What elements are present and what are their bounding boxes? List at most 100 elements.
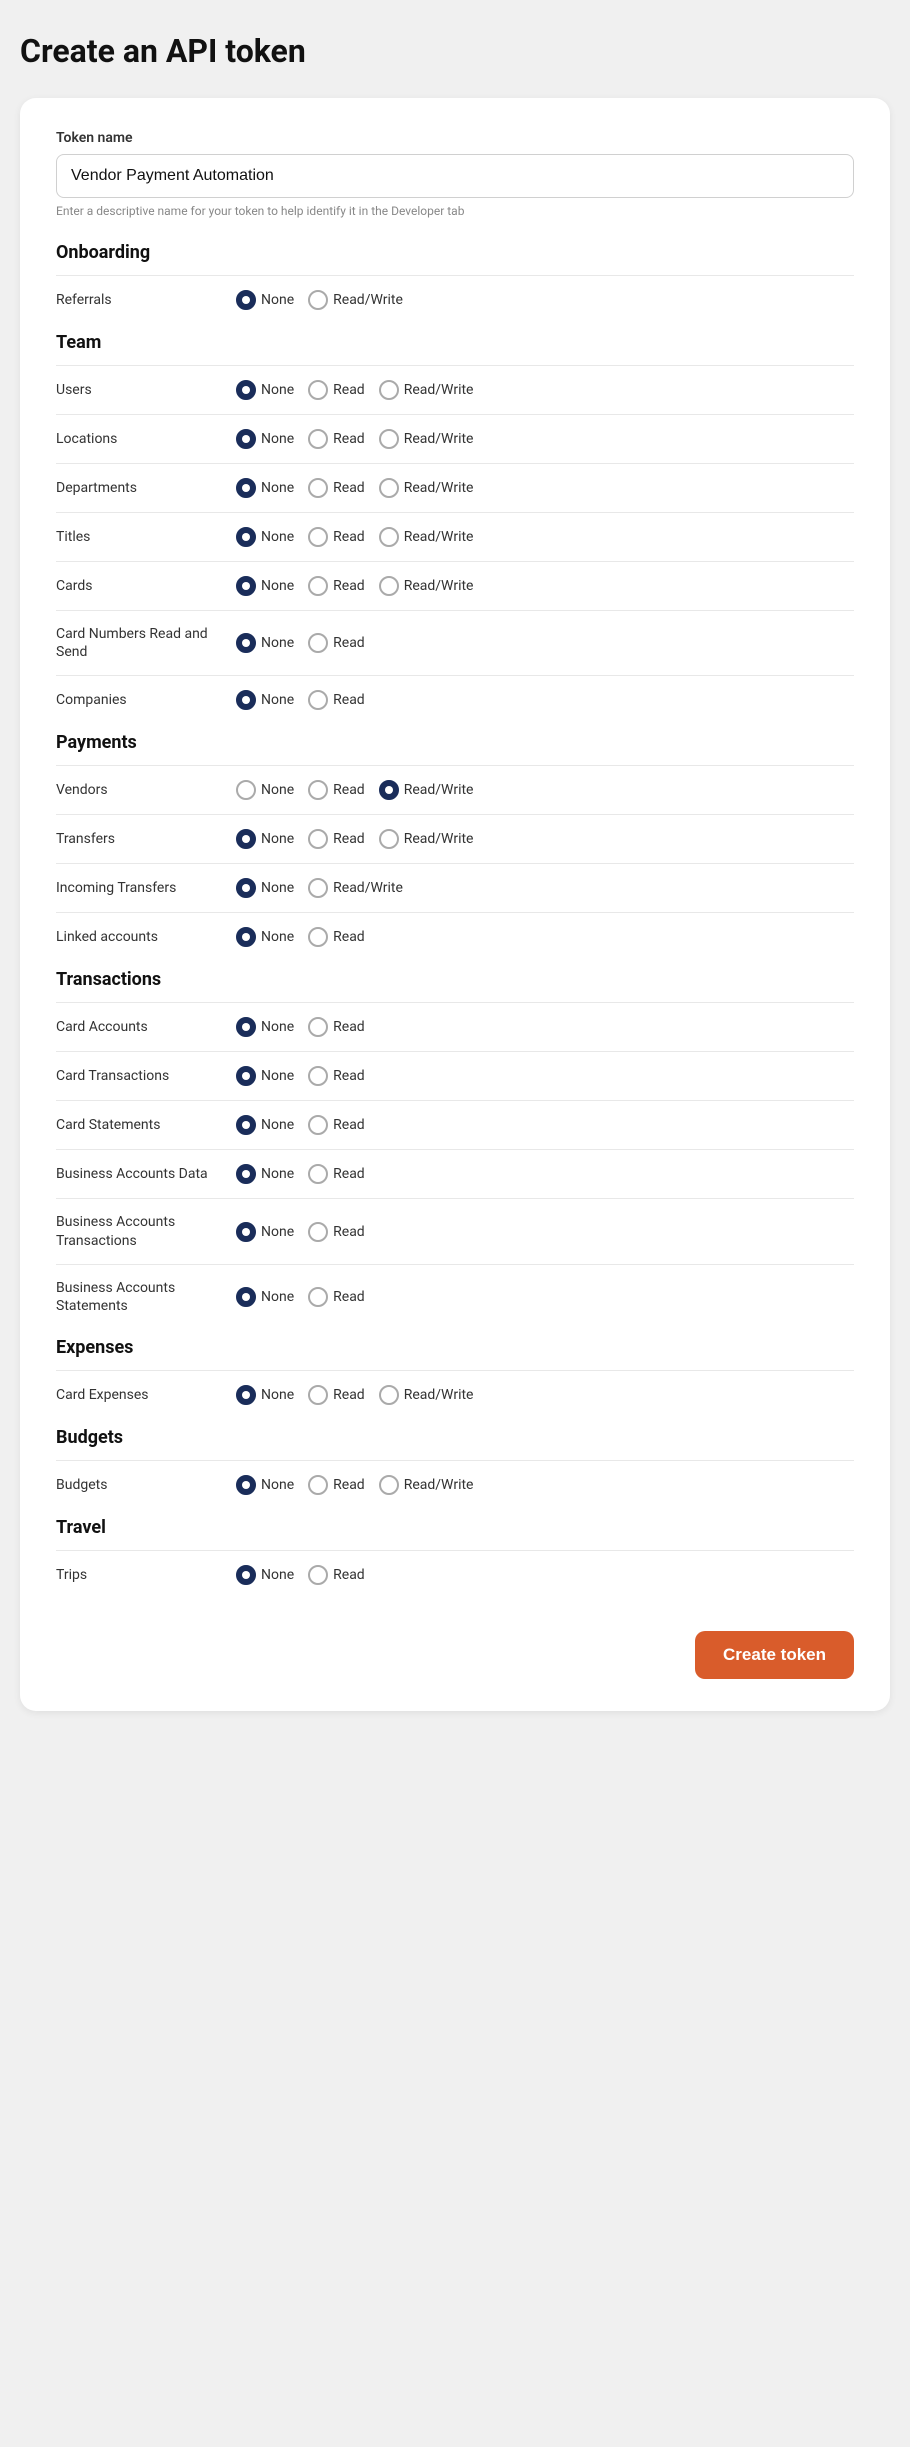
radio-input-none[interactable] [236, 1385, 256, 1405]
radio-option-none[interactable]: None [236, 576, 294, 596]
radio-option-read-write[interactable]: Read/Write [379, 380, 474, 400]
radio-input-none[interactable] [236, 1017, 256, 1037]
radio-input-none[interactable] [236, 878, 256, 898]
radio-option-read-write[interactable]: Read/Write [379, 829, 474, 849]
radio-input-read-write[interactable] [379, 380, 399, 400]
radio-option-read[interactable]: Read [308, 690, 365, 710]
radio-option-read[interactable]: Read [308, 1287, 365, 1307]
radio-option-none[interactable]: None [236, 1222, 294, 1242]
radio-input-none[interactable] [236, 1475, 256, 1495]
radio-input-none[interactable] [236, 780, 256, 800]
radio-input-read[interactable] [308, 1017, 328, 1037]
radio-option-none[interactable]: None [236, 1066, 294, 1086]
radio-input-read[interactable] [308, 690, 328, 710]
radio-input-read[interactable] [308, 829, 328, 849]
radio-input-read-write[interactable] [308, 878, 328, 898]
radio-input-none[interactable] [236, 1164, 256, 1184]
create-token-button[interactable]: Create token [695, 1631, 854, 1679]
radio-option-none[interactable]: None [236, 1385, 294, 1405]
radio-option-read-write[interactable]: Read/Write [379, 478, 474, 498]
radio-input-read[interactable] [308, 633, 328, 653]
radio-input-read-write[interactable] [379, 527, 399, 547]
radio-option-none[interactable]: None [236, 690, 294, 710]
radio-option-none[interactable]: None [236, 927, 294, 947]
radio-option-none[interactable]: None [236, 1017, 294, 1037]
radio-input-read[interactable] [308, 1475, 328, 1495]
radio-option-read-write[interactable]: Read/Write [308, 290, 403, 310]
radio-option-read[interactable]: Read [308, 1475, 365, 1495]
radio-option-read[interactable]: Read [308, 380, 365, 400]
radio-option-read-write[interactable]: Read/Write [379, 527, 474, 547]
radio-input-none[interactable] [236, 829, 256, 849]
radio-option-none[interactable]: None [236, 1115, 294, 1135]
radio-option-read[interactable]: Read [308, 1222, 365, 1242]
radio-input-none[interactable] [236, 1066, 256, 1086]
radio-option-read[interactable]: Read [308, 1164, 365, 1184]
radio-input-read[interactable] [308, 380, 328, 400]
radio-input-none[interactable] [236, 380, 256, 400]
radio-input-read[interactable] [308, 1164, 328, 1184]
radio-option-read-write[interactable]: Read/Write [379, 429, 474, 449]
radio-input-read-write[interactable] [379, 429, 399, 449]
radio-input-read-write[interactable] [379, 780, 399, 800]
radio-input-none[interactable] [236, 1287, 256, 1307]
radio-input-read[interactable] [308, 576, 328, 596]
radio-option-none[interactable]: None [236, 478, 294, 498]
radio-input-none[interactable] [236, 527, 256, 547]
radio-option-none[interactable]: None [236, 1565, 294, 1585]
radio-option-read[interactable]: Read [308, 527, 365, 547]
radio-input-read[interactable] [308, 780, 328, 800]
radio-input-none[interactable] [236, 576, 256, 596]
radio-option-none[interactable]: None [236, 429, 294, 449]
radio-option-read[interactable]: Read [308, 1385, 365, 1405]
radio-option-none[interactable]: None [236, 633, 294, 653]
radio-option-read-write[interactable]: Read/Write [379, 576, 474, 596]
radio-input-read[interactable] [308, 478, 328, 498]
radio-option-none[interactable]: None [236, 829, 294, 849]
radio-option-read[interactable]: Read [308, 1565, 365, 1585]
radio-input-none[interactable] [236, 1222, 256, 1242]
radio-option-none[interactable]: None [236, 290, 294, 310]
radio-option-none[interactable]: None [236, 527, 294, 547]
radio-option-read[interactable]: Read [308, 780, 365, 800]
radio-option-none[interactable]: None [236, 1164, 294, 1184]
radio-option-read-write[interactable]: Read/Write [379, 1475, 474, 1495]
radio-input-none[interactable] [236, 633, 256, 653]
radio-option-read[interactable]: Read [308, 576, 365, 596]
radio-input-none[interactable] [236, 690, 256, 710]
radio-input-none[interactable] [236, 290, 256, 310]
radio-input-read[interactable] [308, 1287, 328, 1307]
radio-option-none[interactable]: None [236, 380, 294, 400]
radio-input-read-write[interactable] [379, 1475, 399, 1495]
radio-option-read[interactable]: Read [308, 1017, 365, 1037]
radio-input-read-write[interactable] [379, 478, 399, 498]
radio-input-read[interactable] [308, 927, 328, 947]
radio-option-read[interactable]: Read [308, 1115, 365, 1135]
radio-input-read[interactable] [308, 1222, 328, 1242]
radio-input-read[interactable] [308, 1565, 328, 1585]
radio-option-read[interactable]: Read [308, 478, 365, 498]
radio-input-read[interactable] [308, 1066, 328, 1086]
radio-option-read-write[interactable]: Read/Write [379, 780, 474, 800]
radio-input-read[interactable] [308, 1385, 328, 1405]
radio-option-none[interactable]: None [236, 1287, 294, 1307]
radio-input-read[interactable] [308, 1115, 328, 1135]
radio-option-none[interactable]: None [236, 878, 294, 898]
radio-option-read[interactable]: Read [308, 829, 365, 849]
radio-option-read[interactable]: Read [308, 1066, 365, 1086]
radio-option-read[interactable]: Read [308, 429, 365, 449]
radio-input-read-write[interactable] [379, 829, 399, 849]
radio-input-none[interactable] [236, 478, 256, 498]
radio-input-read[interactable] [308, 429, 328, 449]
radio-input-read-write[interactable] [379, 576, 399, 596]
radio-option-read-write[interactable]: Read/Write [308, 878, 403, 898]
radio-input-none[interactable] [236, 1115, 256, 1135]
radio-option-read[interactable]: Read [308, 633, 365, 653]
radio-option-read-write[interactable]: Read/Write [379, 1385, 474, 1405]
radio-input-read[interactable] [308, 527, 328, 547]
radio-input-none[interactable] [236, 1565, 256, 1585]
radio-input-none[interactable] [236, 429, 256, 449]
radio-option-none[interactable]: None [236, 780, 294, 800]
radio-option-none[interactable]: None [236, 1475, 294, 1495]
radio-input-read-write[interactable] [379, 1385, 399, 1405]
